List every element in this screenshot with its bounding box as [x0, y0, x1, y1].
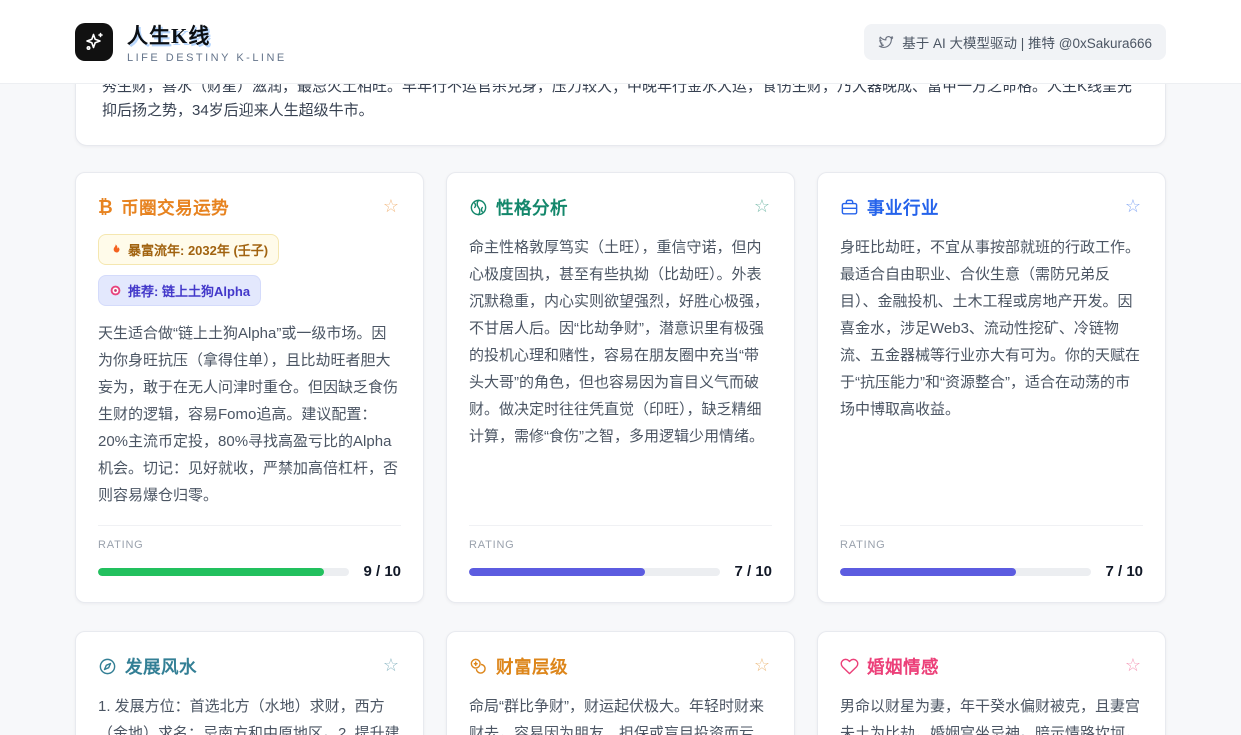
- rating-bar-fill: [98, 568, 324, 576]
- app-subtitle: LIFE DESTINY K-LINE: [127, 52, 287, 64]
- card-wealth: 财富层级 ☆ 命局“群比争财”，财运起伏极大。年轻时财来财去，容易因为朋友、担保…: [446, 631, 795, 735]
- recommendation-badge: 推荐: 链上土狗Alpha: [98, 275, 261, 306]
- badge-row: 暴富流年: 2032年 (壬子) 推荐: 链上土狗Alpha: [98, 234, 401, 306]
- wealth-year-badge-label: 暴富流年: 2032年 (壬子): [128, 240, 268, 259]
- card-crypto-trading: ₿ 币圈交易运势 ☆ 暴富流年: 2032年 (壬子): [75, 172, 424, 603]
- rating-label: RATING: [98, 539, 401, 551]
- card-body-text: 天生适合做“链上土狗Alpha”或一级市场。因为你身旺抗压（拿得住单），且比劫旺…: [98, 320, 401, 509]
- rating-value: 7 / 10: [734, 563, 772, 580]
- recommendation-badge-label: 推荐: 链上土狗Alpha: [128, 281, 250, 300]
- card-personality: 性格分析 ☆ 命主性格敦厚笃实（土旺），重信守诺，但内心极度固执，甚至有些执拗（…: [446, 172, 795, 603]
- card-body-text: 1. 发展方位：首选北方（水地）求财，西方（金地）求名；忌南方和中原地区。2. …: [98, 693, 401, 735]
- card-title: 财富层级: [496, 654, 568, 679]
- rating-bar: [98, 568, 349, 576]
- rating-value: 9 / 10: [363, 563, 401, 580]
- app-logo: [75, 23, 113, 61]
- rating-label: RATING: [840, 539, 1143, 551]
- brain-icon: [469, 198, 488, 217]
- twitter-badge[interactable]: 基于 AI 大模型驱动 | 推特 @0xSakura666: [864, 24, 1166, 60]
- rating-bar: [840, 568, 1091, 576]
- rating-section: RATING 7 / 10: [840, 525, 1143, 580]
- briefcase-icon: [840, 198, 859, 217]
- favorite-star-button[interactable]: ☆: [1123, 195, 1143, 217]
- app-title: 人生K线: [127, 20, 287, 50]
- rating-label: RATING: [469, 539, 772, 551]
- main-content: 秀生财，喜水（财星）滋润，最忌火土相旺。早年行不运官杀克身，压力较大；中晚年行金…: [0, 44, 1241, 735]
- flame-icon: [109, 243, 122, 256]
- twitter-badge-label: 基于 AI 大模型驱动 | 推特 @0xSakura666: [902, 32, 1152, 52]
- card-marriage: 婚姻情感 ☆ 男命以财星为妻，年干癸水偏财被克，且妻宫未土为比劫，婚姻宫坐忌神。…: [817, 631, 1166, 735]
- card-title: 币圈交易运势: [121, 195, 229, 220]
- rating-bar-fill: [469, 568, 645, 576]
- coins-icon: [469, 657, 488, 676]
- rating-section: RATING 7 / 10: [469, 525, 772, 580]
- compass-icon: [98, 657, 117, 676]
- rating-bar: [469, 568, 720, 576]
- sparkle-icon: [82, 30, 106, 54]
- card-career: 事业行业 ☆ 身旺比劫旺，不宜从事按部就班的行政工作。最适合自由职业、合伙生意（…: [817, 172, 1166, 603]
- bitcoin-icon: ₿: [98, 197, 113, 218]
- card-fengshui: 发展风水 ☆ 1. 发展方位：首选北方（水地）求财，西方（金地）求名；忌南方和中…: [75, 631, 424, 735]
- rating-section: RATING 9 / 10: [98, 525, 401, 580]
- card-title: 发展风水: [125, 654, 197, 679]
- rating-value: 7 / 10: [1105, 563, 1143, 580]
- favorite-star-button[interactable]: ☆: [752, 195, 772, 217]
- card-title: 婚姻情感: [867, 654, 939, 679]
- heart-icon: [840, 657, 859, 676]
- card-body-text: 身旺比劫旺，不宜从事按部就班的行政工作。最适合自由职业、合伙生意（需防兄弟反目）…: [840, 234, 1143, 509]
- twitter-icon: [878, 34, 894, 50]
- card-body-text: 命局“群比争财”，财运起伏极大。年轻时财来财去，容易因为朋友、担保或盲目投资而亏…: [469, 693, 772, 735]
- favorite-star-button[interactable]: ☆: [752, 654, 772, 676]
- target-icon: [109, 284, 122, 297]
- favorite-star-button[interactable]: ☆: [381, 654, 401, 676]
- analysis-card-grid: ₿ 币圈交易运势 ☆ 暴富流年: 2032年 (壬子): [75, 172, 1166, 735]
- rating-bar-fill: [840, 568, 1016, 576]
- card-title: 事业行业: [867, 195, 939, 220]
- card-body-text: 男命以财星为妻，年干癸水偏财被克，且妻宫未土为比劫，婚姻宫坐忌神。暗示情路坎坷，…: [840, 693, 1143, 735]
- card-title: 性格分析: [496, 195, 568, 220]
- app-header: 人生K线 LIFE DESTINY K-LINE 基于 AI 大模型驱动 | 推…: [0, 0, 1241, 84]
- card-body-text: 命主性格敦厚笃实（土旺），重信守诺，但内心极度固执，甚至有些执拗（比劫旺）。外表…: [469, 234, 772, 509]
- favorite-star-button[interactable]: ☆: [1123, 654, 1143, 676]
- favorite-star-button[interactable]: ☆: [381, 195, 401, 217]
- wealth-year-badge: 暴富流年: 2032年 (壬子): [98, 234, 279, 265]
